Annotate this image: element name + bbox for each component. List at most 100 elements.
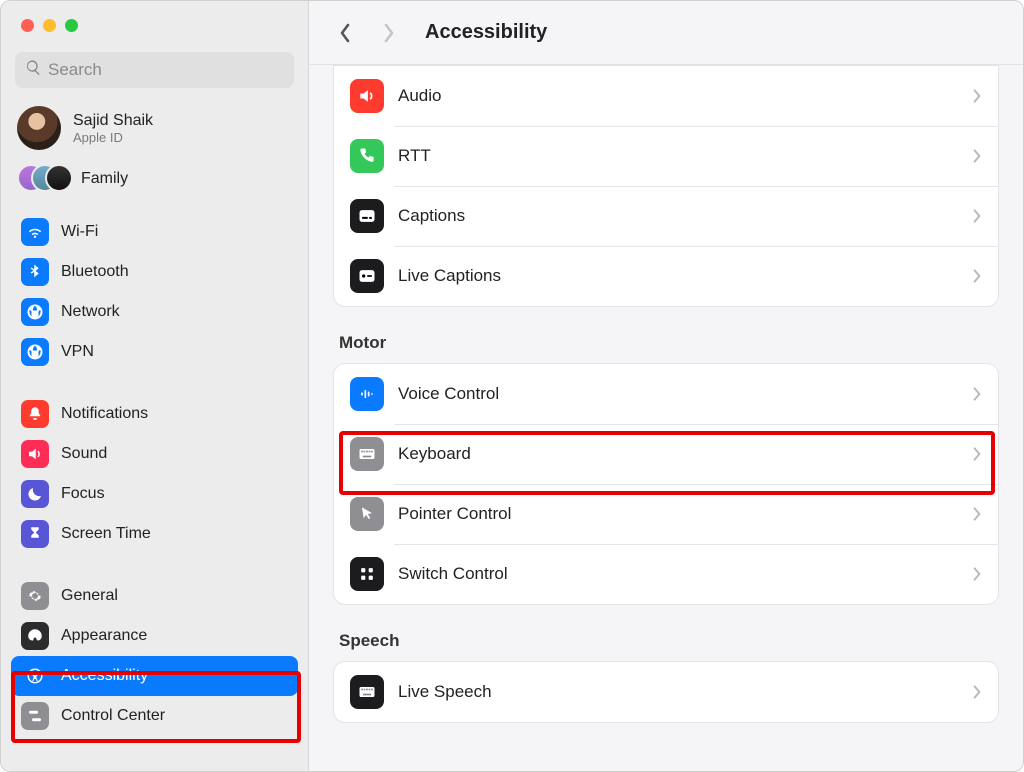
row-switch[interactable]: Switch Control bbox=[334, 544, 998, 604]
chevron-right-icon bbox=[972, 566, 982, 582]
grid-icon bbox=[350, 557, 384, 591]
row-label: Captions bbox=[398, 206, 958, 226]
close-window-button[interactable] bbox=[21, 19, 34, 32]
appearance-icon bbox=[21, 622, 49, 650]
row-label: Audio bbox=[398, 86, 958, 106]
settings-window: Sajid Shaik Apple ID Family Wi-Fi Bluetoo… bbox=[0, 0, 1024, 772]
sidebar-item-label: Sound bbox=[61, 445, 107, 463]
sidebar-list: Wi-Fi Bluetooth Network VPN Notifications Sou… bbox=[1, 208, 308, 771]
sidebar-item-controlcenter[interactable]: Control Center bbox=[11, 696, 298, 736]
sidebar-item-appearance[interactable]: Appearance bbox=[11, 616, 298, 656]
globe-icon bbox=[21, 298, 49, 326]
motor-group: Voice Control Keyboard Pointer Control Swit… bbox=[333, 363, 999, 605]
speech-group: Live Speech bbox=[333, 661, 999, 723]
row-label: Live Speech bbox=[398, 682, 958, 702]
content-scroll[interactable]: Audio RTT Captions Live Captions Motor Voic… bbox=[309, 65, 1023, 771]
row-livecaptions[interactable]: Live Captions bbox=[334, 246, 998, 306]
search-icon bbox=[25, 59, 48, 81]
sidebar-item-label: Appearance bbox=[61, 627, 147, 645]
minimize-window-button[interactable] bbox=[43, 19, 56, 32]
avatar bbox=[17, 106, 61, 150]
chevron-right-icon bbox=[972, 88, 982, 104]
sidebar-item-label: Screen Time bbox=[61, 525, 151, 543]
main-panel: Accessibility Audio RTT Captions Live Capti… bbox=[309, 1, 1023, 771]
search-input[interactable] bbox=[48, 60, 284, 80]
row-label: Voice Control bbox=[398, 384, 958, 404]
motor-section-title: Motor bbox=[339, 333, 999, 353]
chevron-right-icon bbox=[972, 268, 982, 284]
row-label: Pointer Control bbox=[398, 504, 958, 524]
chevron-right-icon bbox=[972, 148, 982, 164]
caption-icon bbox=[350, 199, 384, 233]
row-pointer[interactable]: Pointer Control bbox=[334, 484, 998, 544]
sidebar-item-accessibility[interactable]: Accessibility bbox=[11, 656, 298, 696]
sidebar-item-label: Network bbox=[61, 303, 120, 321]
row-keyboard[interactable]: Keyboard bbox=[334, 424, 998, 484]
sidebar-gap bbox=[11, 554, 298, 576]
sidebar-item-general[interactable]: General bbox=[11, 576, 298, 616]
sidebar-gap bbox=[11, 372, 298, 394]
wifi-icon bbox=[21, 218, 49, 246]
accessibility-icon bbox=[21, 662, 49, 690]
sidebar-item-label: Control Center bbox=[61, 707, 165, 725]
sidebar-item-vpn[interactable]: VPN bbox=[11, 332, 298, 372]
family-avatars bbox=[17, 164, 69, 194]
hourglass-icon bbox=[21, 520, 49, 548]
account-name: Sajid Shaik bbox=[73, 112, 153, 130]
window-controls bbox=[1, 9, 308, 38]
sidebar-item-network[interactable]: Network bbox=[11, 292, 298, 332]
row-livespeech[interactable]: Live Speech bbox=[334, 662, 998, 722]
zoom-window-button[interactable] bbox=[65, 19, 78, 32]
row-label: Keyboard bbox=[398, 444, 958, 464]
row-label: Live Captions bbox=[398, 266, 958, 286]
account-subtitle: Apple ID bbox=[73, 130, 153, 145]
bluetooth-icon bbox=[21, 258, 49, 286]
sidebar-item-label: VPN bbox=[61, 343, 94, 361]
chevron-right-icon bbox=[972, 208, 982, 224]
gear-icon bbox=[21, 582, 49, 610]
sidebar-item-wifi[interactable]: Wi-Fi bbox=[11, 212, 298, 252]
row-captions[interactable]: Captions bbox=[334, 186, 998, 246]
forward-button[interactable] bbox=[371, 15, 407, 51]
bell-icon bbox=[21, 400, 49, 428]
back-button[interactable] bbox=[327, 15, 363, 51]
sidebar-item-bluetooth[interactable]: Bluetooth bbox=[11, 252, 298, 292]
speech-section-title: Speech bbox=[339, 631, 999, 651]
row-audio[interactable]: Audio bbox=[334, 66, 998, 126]
page-title: Accessibility bbox=[425, 21, 547, 44]
apple-id-account[interactable]: Sajid Shaik Apple ID bbox=[1, 98, 308, 158]
sidebar-item-label: General bbox=[61, 587, 118, 605]
phone-icon bbox=[350, 139, 384, 173]
keyboard-icon bbox=[350, 675, 384, 709]
sidebar-item-label: Focus bbox=[61, 485, 105, 503]
row-rtt[interactable]: RTT bbox=[334, 126, 998, 186]
sidebar-item-notifications[interactable]: Notifications bbox=[11, 394, 298, 434]
sidebar-item-focus[interactable]: Focus bbox=[11, 474, 298, 514]
hearing-group: Audio RTT Captions Live Captions bbox=[333, 65, 999, 307]
pointer-icon bbox=[350, 497, 384, 531]
chevron-right-icon bbox=[972, 506, 982, 522]
speaker-icon bbox=[350, 79, 384, 113]
speaker-icon bbox=[21, 440, 49, 468]
chevron-right-icon bbox=[972, 684, 982, 700]
family-label: Family bbox=[81, 170, 128, 188]
chevron-right-icon bbox=[972, 386, 982, 402]
keyboard-icon bbox=[350, 437, 384, 471]
livecaption-icon bbox=[350, 259, 384, 293]
wave-icon bbox=[350, 377, 384, 411]
row-voicecontrol[interactable]: Voice Control bbox=[334, 364, 998, 424]
row-label: RTT bbox=[398, 146, 958, 166]
row-label: Switch Control bbox=[398, 564, 958, 584]
sidebar-item-screentime[interactable]: Screen Time bbox=[11, 514, 298, 554]
sidebar-item-label: Notifications bbox=[61, 405, 148, 423]
sidebar-item-sound[interactable]: Sound bbox=[11, 434, 298, 474]
header: Accessibility bbox=[309, 1, 1023, 65]
sidebar-item-label: Bluetooth bbox=[61, 263, 129, 281]
chevron-right-icon bbox=[972, 446, 982, 462]
family-row[interactable]: Family bbox=[1, 158, 308, 208]
moon-icon bbox=[21, 480, 49, 508]
search-field[interactable] bbox=[15, 52, 294, 88]
globe-icon bbox=[21, 338, 49, 366]
switches-icon bbox=[21, 702, 49, 730]
sidebar-item-label: Accessibility bbox=[61, 667, 148, 685]
